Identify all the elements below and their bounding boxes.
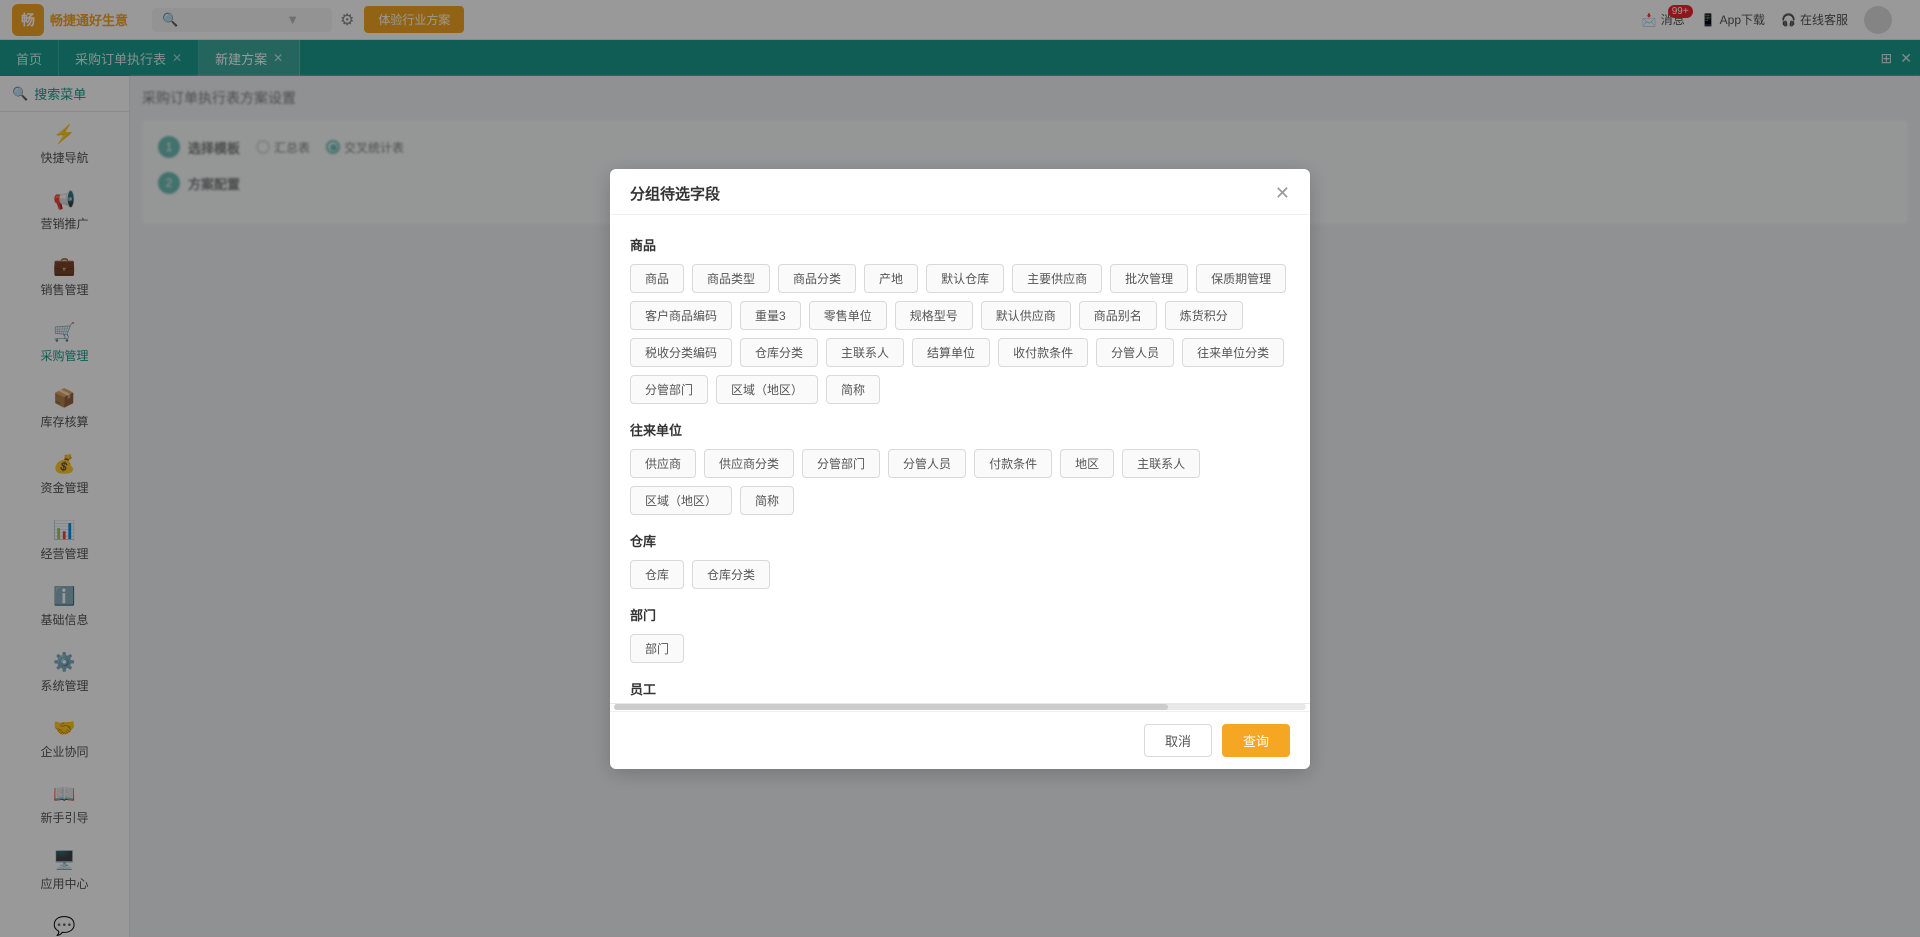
section-employee-title: 员工 [630,679,1290,698]
tag-goods-20[interactable]: 分管人员 [1096,338,1174,367]
modal-hscroll[interactable] [610,703,1310,711]
tag-goods-0[interactable]: 商品 [630,264,684,293]
modal: 分组待选字段 ✕ 商品 商品 商品类型 商品分类 产地 默认仓库 主要供应商 批… [610,169,1310,769]
tag-goods-5[interactable]: 主要供应商 [1012,264,1102,293]
tag-goods-2[interactable]: 商品分类 [778,264,856,293]
modal-footer: 取消 查询 [610,711,1310,769]
tag-goods-4[interactable]: 默认仓库 [926,264,1004,293]
tag-goods-23[interactable]: 区域（地区） [716,375,818,404]
tag-goods-9[interactable]: 重量3 [740,301,801,330]
tag-goods-1[interactable]: 商品类型 [692,264,770,293]
tag-goods-16[interactable]: 仓库分类 [740,338,818,367]
modal-overlay: 分组待选字段 ✕ 商品 商品 商品类型 商品分类 产地 默认仓库 主要供应商 批… [0,0,1920,937]
tag-goods-3[interactable]: 产地 [864,264,918,293]
tag-goods-19[interactable]: 收付款条件 [998,338,1088,367]
modal-header: 分组待选字段 ✕ [610,169,1310,215]
tag-goods-24[interactable]: 简称 [826,375,880,404]
tag-goods-14[interactable]: 炼货积分 [1165,301,1243,330]
tag-goods-22[interactable]: 分管部门 [630,375,708,404]
section-partner-tags: 供应商 供应商分类 分管部门 分管人员 付款条件 地区 主联系人 区域（地区） … [630,449,1290,515]
tag-goods-6[interactable]: 批次管理 [1110,264,1188,293]
tag-partner-5[interactable]: 地区 [1060,449,1114,478]
tag-goods-15[interactable]: 税收分类编码 [630,338,732,367]
tag-goods-17[interactable]: 主联系人 [826,338,904,367]
confirm-button[interactable]: 查询 [1222,724,1290,757]
tag-partner-2[interactable]: 分管部门 [802,449,880,478]
tag-partner-8[interactable]: 简称 [740,486,794,515]
section-department-tags: 部门 [630,634,1290,663]
tag-goods-7[interactable]: 保质期管理 [1196,264,1286,293]
section-goods-tags: 商品 商品类型 商品分类 产地 默认仓库 主要供应商 批次管理 保质期管理 客户… [630,264,1290,404]
tag-partner-4[interactable]: 付款条件 [974,449,1052,478]
tag-goods-18[interactable]: 结算单位 [912,338,990,367]
modal-title: 分组待选字段 [630,183,720,204]
tag-goods-8[interactable]: 客户商品编码 [630,301,732,330]
tag-goods-21[interactable]: 往来单位分类 [1182,338,1284,367]
tag-warehouse-1[interactable]: 仓库分类 [692,560,770,589]
tag-warehouse-0[interactable]: 仓库 [630,560,684,589]
tag-goods-12[interactable]: 默认供应商 [981,301,1071,330]
tag-partner-7[interactable]: 区域（地区） [630,486,732,515]
tag-partner-3[interactable]: 分管人员 [888,449,966,478]
section-partner-title: 往来单位 [630,420,1290,439]
tag-goods-10[interactable]: 零售单位 [809,301,887,330]
tag-department-0[interactable]: 部门 [630,634,684,663]
tag-goods-11[interactable]: 规格型号 [895,301,973,330]
modal-close-btn[interactable]: ✕ [1275,184,1290,202]
section-goods-title: 商品 [630,235,1290,254]
section-department-title: 部门 [630,605,1290,624]
tag-partner-0[interactable]: 供应商 [630,449,696,478]
modal-body: 商品 商品 商品类型 商品分类 产地 默认仓库 主要供应商 批次管理 保质期管理… [610,215,1310,703]
tag-partner-6[interactable]: 主联系人 [1122,449,1200,478]
cancel-button[interactable]: 取消 [1144,724,1212,757]
section-warehouse-title: 仓库 [630,531,1290,550]
tag-goods-13[interactable]: 商品别名 [1079,301,1157,330]
section-warehouse-tags: 仓库 仓库分类 [630,560,1290,589]
tag-partner-1[interactable]: 供应商分类 [704,449,794,478]
